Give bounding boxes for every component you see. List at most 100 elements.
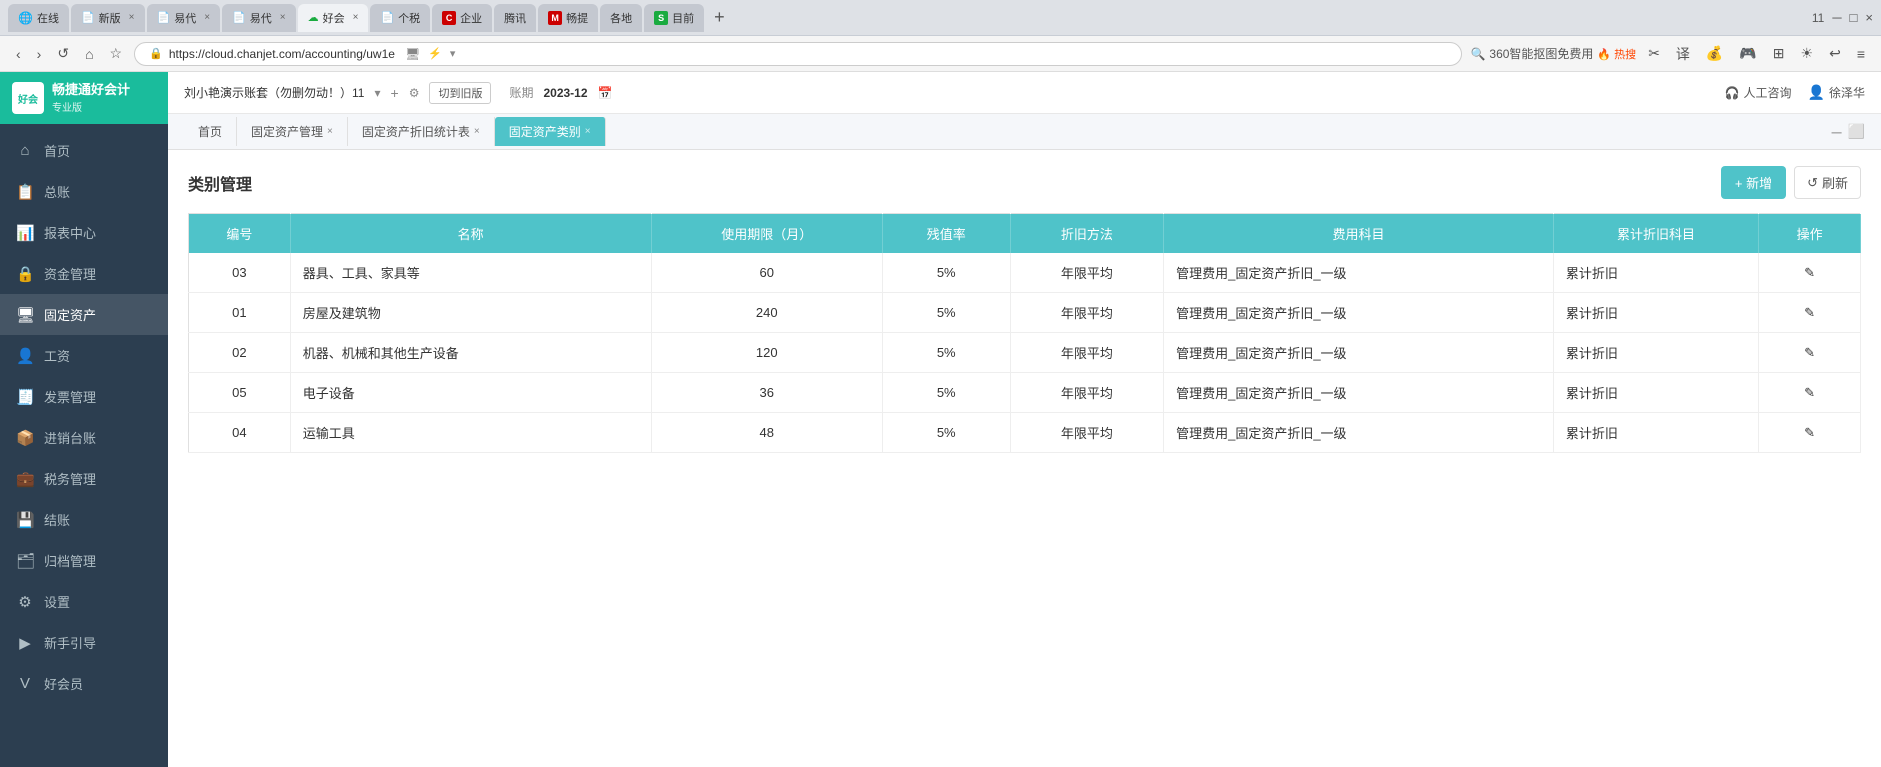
settlement-nav-icon: 💾	[16, 511, 34, 529]
brightness-button[interactable]: ☀	[1797, 43, 1818, 64]
back-button[interactable]: ‹	[12, 44, 25, 64]
tab-zaixian[interactable]: 🌐 在线	[8, 4, 69, 32]
new-tab-button[interactable]: +	[706, 7, 733, 28]
sidebar-item-settings[interactable]: ⚙ 设置	[0, 581, 168, 622]
close-button[interactable]: ×	[1865, 10, 1873, 25]
header-actions: + 新增 ↺ 刷新	[1721, 166, 1861, 199]
sidebar-item-reports[interactable]: 📊 报表中心	[0, 212, 168, 253]
tab-yidai2[interactable]: 📄易代×	[222, 4, 296, 32]
user-avatar-button[interactable]: 👤 徐泽华	[1808, 84, 1865, 101]
tab-yidai1[interactable]: 📄易代×	[147, 4, 221, 32]
lightning-icon: ⚡	[428, 47, 442, 60]
tab-count-badge: 11	[1812, 11, 1824, 25]
depreciation-tab-label: 固定资产折旧统计表	[362, 123, 470, 140]
page-tab-category[interactable]: 固定资产类别 ×	[495, 117, 606, 146]
ledger-nav-label: 总账	[44, 182, 70, 201]
cell-edit-action[interactable]: ✎	[1759, 333, 1861, 373]
scissors-button[interactable]: ✂	[1644, 43, 1664, 64]
tab-geshuai[interactable]: 📄个税	[370, 4, 430, 32]
avatar-name: 徐泽华	[1829, 84, 1865, 101]
sidebar-item-home[interactable]: ⌂ 首页	[0, 130, 168, 171]
fixed-mgmt-close-icon[interactable]: ×	[327, 126, 333, 137]
wallet-button[interactable]: 💰	[1702, 43, 1727, 64]
sidebar-item-vip[interactable]: V 好会员	[0, 663, 168, 704]
menu-button[interactable]: ≡	[1853, 44, 1869, 64]
table-body: 03 器具、工具、家具等 60 5% 年限平均 管理费用_固定资产折旧_一级 累…	[189, 253, 1861, 453]
cell-edit-action[interactable]: ✎	[1759, 253, 1861, 293]
cell-name: 房屋及建筑物	[290, 293, 651, 333]
hot-search-tag[interactable]: 🔥 热搜	[1597, 46, 1636, 62]
translate-button[interactable]: 译	[1672, 42, 1694, 66]
inout-nav-icon: 📦	[16, 429, 34, 447]
reports-nav-icon: 📊	[16, 224, 34, 242]
address-bar: ‹ › ↺ ⌂ ☆ 🔒 https://cloud.chanjet.com/ac…	[0, 36, 1881, 72]
bookmark-button[interactable]: ☆	[106, 43, 127, 64]
tab-xin[interactable]: 📄新版×	[71, 4, 145, 32]
browser-tab-bar: 🌐 在线 📄新版× 📄易代× 📄易代× ☁好会× 📄个税 C企业 腾讯 M畅提 …	[0, 0, 1881, 36]
undo-button[interactable]: ↩	[1825, 43, 1845, 64]
tab-mubiao[interactable]: S目前	[644, 4, 704, 32]
tab-expand-button[interactable]: ⬜	[1848, 123, 1865, 140]
col-header-code: 编号	[189, 214, 291, 254]
sidebar-item-settlement[interactable]: 💾 结账	[0, 499, 168, 540]
tab-haosuan[interactable]: ☁好会×	[298, 4, 369, 32]
table-row: 04 运输工具 48 5% 年限平均 管理费用_固定资产折旧_一级 累计折旧 ✎	[189, 413, 1861, 453]
add-button[interactable]: + 新增	[1721, 166, 1786, 199]
sidebar-item-ledger[interactable]: 📋 总账	[0, 171, 168, 212]
tab-tengxun[interactable]: 腾讯	[494, 4, 536, 32]
page-tab-depreciation[interactable]: 固定资产折旧统计表 ×	[348, 117, 495, 146]
sidebar-item-fixed-assets[interactable]: 🖥 固定资产	[0, 294, 168, 335]
sidebar-item-archive[interactable]: 🗂 归档管理	[0, 540, 168, 581]
depreciation-close-icon[interactable]: ×	[474, 126, 480, 137]
tab-minimize-button[interactable]: ─	[1832, 123, 1842, 140]
cell-edit-action[interactable]: ✎	[1759, 293, 1861, 333]
payroll-nav-label: 工资	[44, 346, 70, 365]
headphone-icon: 🎧	[1725, 86, 1740, 100]
home-nav-label: 首页	[44, 141, 70, 160]
forward-button[interactable]: ›	[33, 44, 46, 64]
help-button[interactable]: 🎧 人工咨询	[1725, 84, 1792, 101]
table-header-row: 编号 名称 使用期限（月） 残值率 折旧方法 费用科目 累计折旧科目 操作	[189, 214, 1861, 254]
category-close-icon[interactable]: ×	[585, 126, 591, 137]
sidebar-item-funds[interactable]: 🔒 资金管理	[0, 253, 168, 294]
cell-edit-action[interactable]: ✎	[1759, 413, 1861, 453]
tab-gedi[interactable]: 各地	[600, 4, 642, 32]
cell-expense: 管理费用_固定资产折旧_一级	[1164, 293, 1554, 333]
page-tabs-bar: 首页 固定资产管理 × 固定资产折旧统计表 × 固定资产类别 × ─ ⬜	[168, 114, 1881, 150]
home-button[interactable]: ⌂	[81, 44, 97, 64]
sidebar-item-guide[interactable]: ▶ 新手引导	[0, 622, 168, 663]
minimize-button[interactable]: ─	[1832, 10, 1841, 25]
app-container: 好会 畅捷通好会计 专业版 ⌂ 首页 📋 总账 📊 报表中心 🔒 资金管理	[0, 72, 1881, 767]
calendar-icon[interactable]: 📅	[598, 86, 613, 100]
url-input[interactable]: 🔒 https://cloud.chanjet.com/accounting/u…	[134, 42, 1462, 66]
col-header-method: 折旧方法	[1010, 214, 1164, 254]
tax-nav-icon: 💼	[16, 470, 34, 488]
cell-edit-action[interactable]: ✎	[1759, 373, 1861, 413]
help-label: 人工咨询	[1744, 84, 1792, 101]
sidebar-item-inout[interactable]: 📦 进销台账	[0, 417, 168, 458]
cell-name: 机器、机械和其他生产设备	[290, 333, 651, 373]
invoice-nav-label: 发票管理	[44, 387, 96, 406]
grid-button[interactable]: ⊞	[1769, 43, 1789, 64]
refresh-button[interactable]: ↺ 刷新	[1794, 166, 1861, 199]
maximize-button[interactable]: □	[1850, 10, 1858, 25]
page-tab-home[interactable]: 首页	[184, 117, 237, 146]
guide-nav-label: 新手引导	[44, 633, 96, 652]
sidebar-item-payroll[interactable]: 👤 工资	[0, 335, 168, 376]
page-tab-fixed-mgmt[interactable]: 固定资产管理 ×	[237, 117, 348, 146]
expand-icon: ▾	[450, 47, 456, 60]
archive-nav-label: 归档管理	[44, 551, 96, 570]
settings-topbar-icon[interactable]: ⚙	[409, 86, 420, 100]
sidebar: 好会 畅捷通好会计 专业版 ⌂ 首页 📋 总账 📊 报表中心 🔒 资金管理	[0, 72, 168, 767]
add-account-icon[interactable]: +	[391, 85, 399, 101]
switch-version-button[interactable]: 切到旧版	[429, 82, 491, 104]
reload-button[interactable]: ↺	[53, 43, 73, 64]
dropdown-arrow[interactable]: ▾	[374, 86, 380, 100]
tab-qiye[interactable]: C企业	[432, 4, 492, 32]
refresh-label: 刷新	[1822, 173, 1848, 192]
sidebar-item-tax[interactable]: 💼 税务管理	[0, 458, 168, 499]
cell-method: 年限平均	[1010, 413, 1164, 453]
sidebar-item-invoice[interactable]: 🧾 发票管理	[0, 376, 168, 417]
tab-changte[interactable]: M畅提	[538, 4, 598, 32]
game-button[interactable]: 🎮	[1735, 43, 1760, 64]
